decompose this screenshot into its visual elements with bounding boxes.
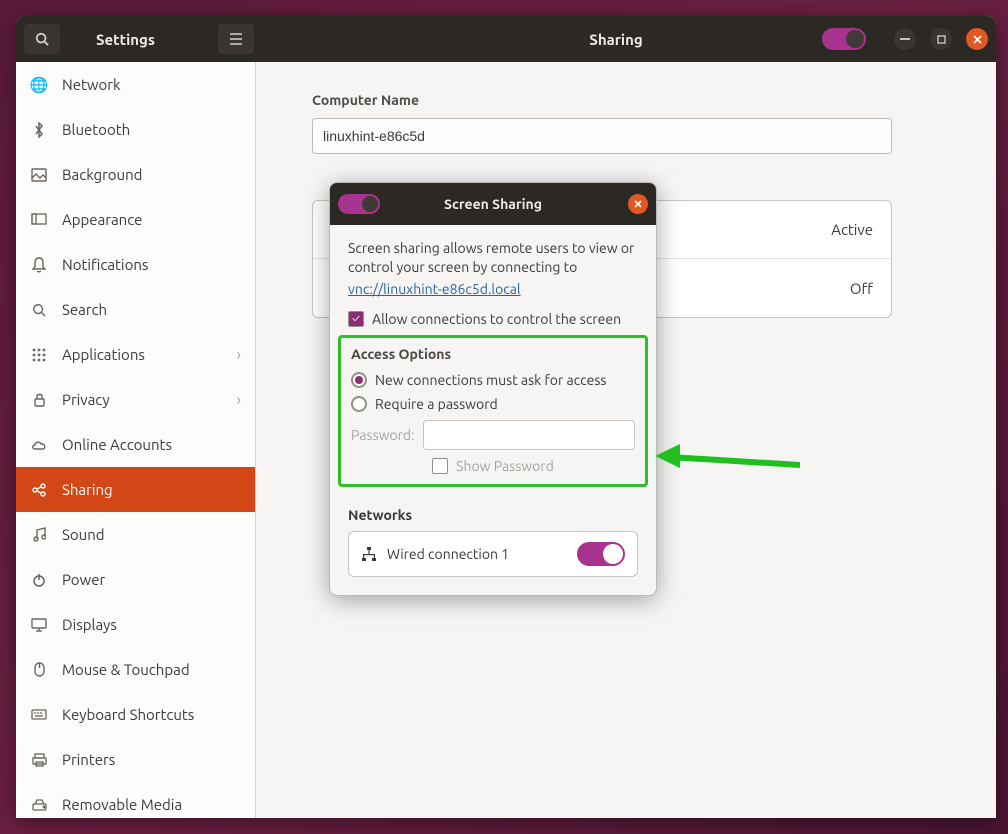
password-input[interactable] xyxy=(423,420,635,450)
minimize-button[interactable] xyxy=(894,28,916,50)
sidebar-item-label: Bluetooth xyxy=(62,121,130,138)
vnc-link[interactable]: vnc://linuxhint-e86c5d.local xyxy=(348,281,521,297)
access-options-highlight: Access Options New connections must ask … xyxy=(338,335,648,487)
sidebar-item-label: Applications xyxy=(62,346,145,363)
checkbox-icon: ✓ xyxy=(348,311,364,327)
picture-icon xyxy=(30,166,48,184)
grid-icon xyxy=(30,346,48,364)
sidebar-item-removable[interactable]: Removable Media xyxy=(16,782,255,818)
sidebar[interactable]: 🌐 Network Bluetooth Background Appearanc… xyxy=(16,62,256,818)
sidebar-item-network[interactable]: 🌐 Network xyxy=(16,62,255,107)
sidebar-item-bluetooth[interactable]: Bluetooth xyxy=(16,107,255,152)
sidebar-item-keyboard[interactable]: Keyboard Shortcuts xyxy=(16,692,255,737)
sidebar-item-label: Removable Media xyxy=(62,796,182,813)
allow-control-label: Allow connections to control the screen xyxy=(372,311,621,327)
close-button[interactable] xyxy=(966,28,988,50)
dialog-title: Screen Sharing xyxy=(444,196,542,212)
dialog-description: Screen sharing allows remote users to vi… xyxy=(348,239,638,277)
show-password-row[interactable]: ✓ Show Password xyxy=(351,458,635,474)
radio-icon xyxy=(351,396,367,412)
bell-icon xyxy=(30,256,48,274)
sidebar-item-label: Displays xyxy=(62,616,117,633)
sidebar-item-online-accounts[interactable]: Online Accounts xyxy=(16,422,255,467)
network-name: Wired connection 1 xyxy=(387,546,509,562)
mouse-icon xyxy=(30,661,48,679)
monitor-icon xyxy=(30,616,48,634)
row-state: Active xyxy=(831,221,873,238)
chevron-right-icon: › xyxy=(237,346,242,364)
password-label: Password: xyxy=(351,427,415,443)
sidebar-item-label: Network xyxy=(62,76,121,93)
sidebar-item-label: Keyboard Shortcuts xyxy=(62,706,194,723)
sidebar-item-mouse[interactable]: Mouse & Touchpad xyxy=(16,647,255,692)
globe-icon: 🌐 xyxy=(30,76,48,94)
sidebar-item-notifications[interactable]: Notifications xyxy=(16,242,255,287)
page-title: Sharing xyxy=(589,31,642,48)
dialog-header: Screen Sharing xyxy=(330,183,656,225)
radio-ask-for-access[interactable]: New connections must ask for access xyxy=(351,372,635,388)
sidebar-item-label: Search xyxy=(62,301,107,318)
hamburger-button[interactable] xyxy=(218,24,254,54)
sharing-master-switch[interactable] xyxy=(822,28,866,50)
sidebar-item-appearance[interactable]: Appearance xyxy=(16,197,255,242)
window-controls xyxy=(894,28,988,50)
computer-name-input[interactable] xyxy=(312,118,892,154)
sidebar-item-applications[interactable]: Applications › xyxy=(16,332,255,377)
chevron-right-icon: › xyxy=(237,391,242,409)
keyboard-icon xyxy=(30,706,48,724)
access-options-title: Access Options xyxy=(351,346,635,362)
sidebar-item-label: Privacy xyxy=(62,391,110,408)
network-row: Wired connection 1 xyxy=(348,531,638,577)
sidebar-item-sharing[interactable]: Sharing xyxy=(16,467,255,512)
password-row: Password: xyxy=(351,420,635,450)
lock-icon xyxy=(30,391,48,409)
sidebar-item-displays[interactable]: Displays xyxy=(16,602,255,647)
sidebar-item-label: Mouse & Touchpad xyxy=(62,661,190,678)
music-icon xyxy=(30,526,48,544)
share-icon xyxy=(30,481,48,499)
app-title: Settings xyxy=(96,31,155,48)
sidebar-item-label: Notifications xyxy=(62,256,148,273)
appearance-icon xyxy=(30,211,48,229)
show-password-label: Show Password xyxy=(456,458,554,474)
sidebar-item-label: Appearance xyxy=(62,211,142,228)
radio-label: Require a password xyxy=(375,396,498,412)
checkbox-icon: ✓ xyxy=(432,458,448,474)
computer-name-label: Computer Name xyxy=(312,92,940,108)
sidebar-item-label: Sound xyxy=(62,526,105,543)
maximize-button[interactable] xyxy=(930,28,952,50)
allow-control-row[interactable]: ✓ Allow connections to control the scree… xyxy=(348,311,638,327)
cloud-icon xyxy=(30,436,48,454)
sidebar-item-label: Printers xyxy=(62,751,115,768)
wired-icon xyxy=(361,546,377,562)
row-state: Off xyxy=(850,280,873,297)
sidebar-item-search[interactable]: Search xyxy=(16,287,255,332)
sidebar-item-label: Sharing xyxy=(62,481,113,498)
radio-label: New connections must ask for access xyxy=(375,372,607,388)
sidebar-item-power[interactable]: Power xyxy=(16,557,255,602)
sidebar-item-privacy[interactable]: Privacy › xyxy=(16,377,255,422)
sidebar-item-label: Online Accounts xyxy=(62,436,172,453)
titlebar: Settings Sharing xyxy=(16,16,996,62)
dialog-body: Screen sharing allows remote users to vi… xyxy=(330,225,656,595)
sidebar-item-label: Background xyxy=(62,166,142,183)
screen-sharing-dialog: Screen Sharing Screen sharing allows rem… xyxy=(329,182,657,596)
sidebar-item-printers[interactable]: Printers xyxy=(16,737,255,782)
sidebar-item-label: Power xyxy=(62,571,105,588)
search-button[interactable] xyxy=(24,24,60,54)
radio-icon xyxy=(351,372,367,388)
screen-sharing-switch[interactable] xyxy=(338,194,380,214)
drive-icon xyxy=(30,796,48,814)
network-switch[interactable] xyxy=(577,542,625,566)
power-icon xyxy=(30,571,48,589)
networks-title: Networks xyxy=(348,507,638,523)
dialog-close-button[interactable] xyxy=(628,194,648,214)
bluetooth-icon xyxy=(30,121,48,139)
sidebar-item-background[interactable]: Background xyxy=(16,152,255,197)
radio-require-password[interactable]: Require a password xyxy=(351,396,635,412)
printer-icon xyxy=(30,751,48,769)
sidebar-item-sound[interactable]: Sound xyxy=(16,512,255,557)
search-icon xyxy=(30,301,48,319)
